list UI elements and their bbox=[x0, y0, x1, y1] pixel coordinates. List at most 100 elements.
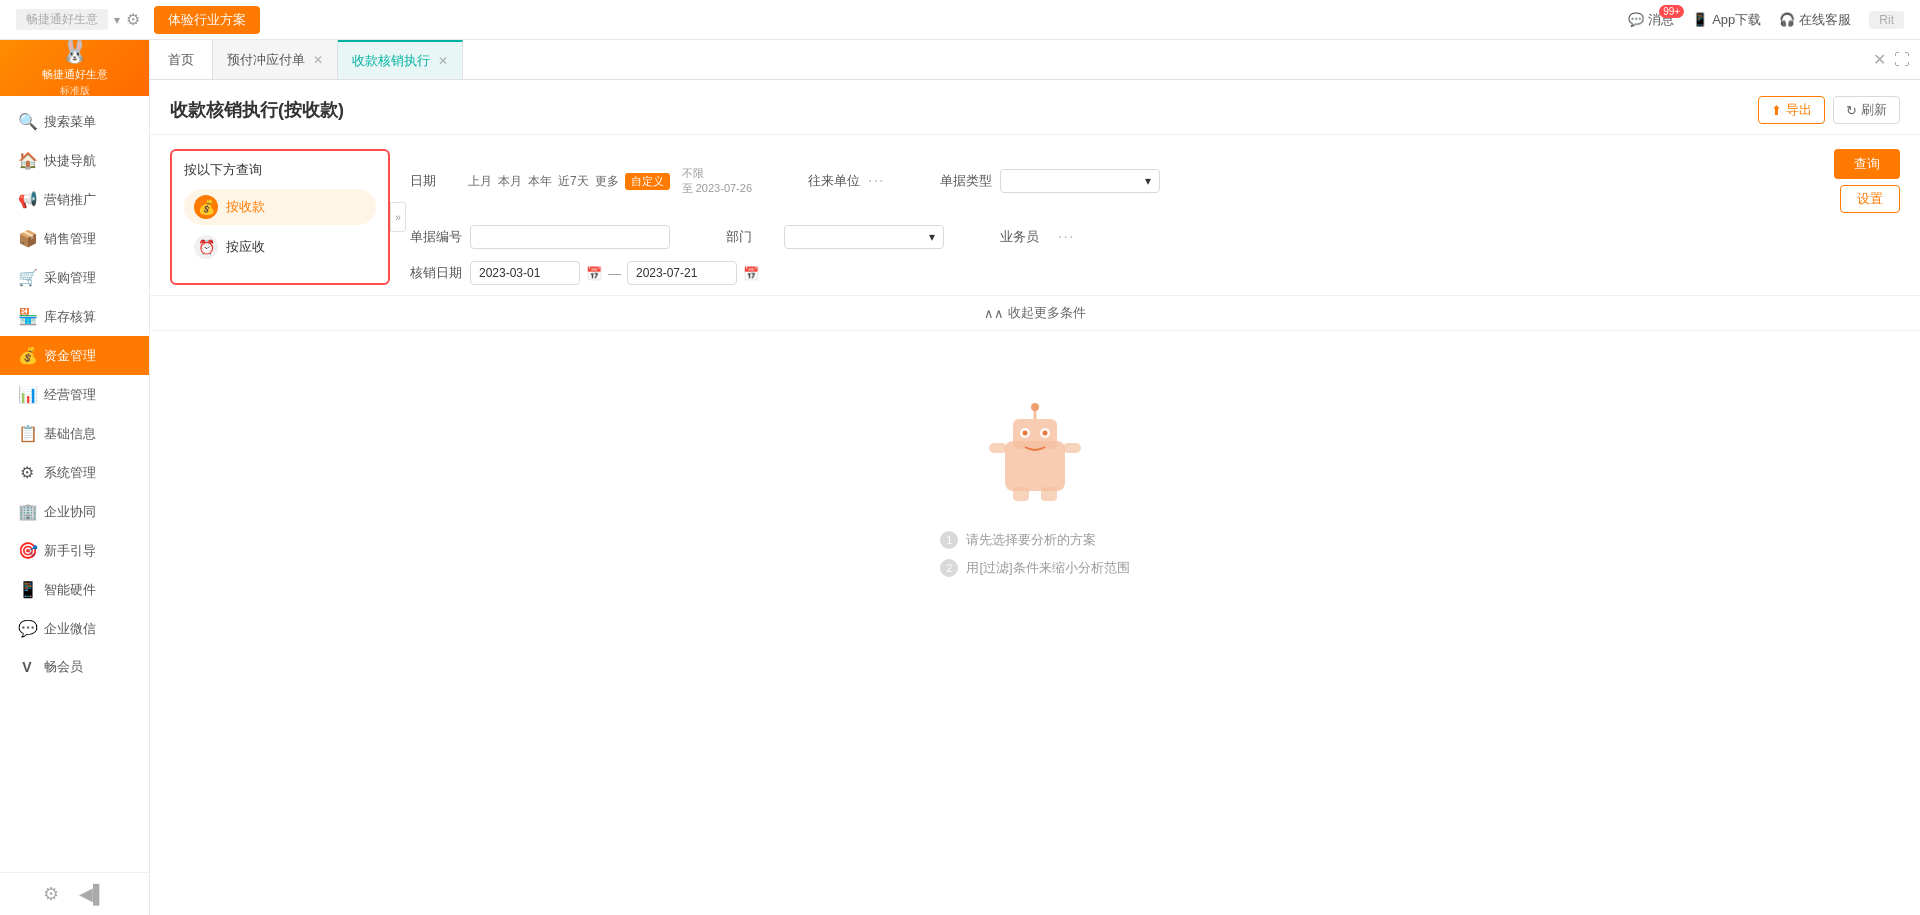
sidebar-item-search[interactable]: 🔍 搜索菜单 bbox=[0, 102, 149, 141]
sidebar-item-label: 系统管理 bbox=[44, 464, 96, 482]
svg-point-7 bbox=[1031, 403, 1039, 411]
verify-date-end-calendar-icon[interactable]: 📅 bbox=[743, 266, 759, 281]
brand-rabbit-icon: 🐰 bbox=[61, 40, 88, 65]
tab-prepay-close[interactable]: ✕ bbox=[313, 53, 323, 67]
sidebar-item-label: 营销推广 bbox=[44, 191, 96, 209]
app-icon: 📱 bbox=[1692, 12, 1708, 27]
tab-collect-close[interactable]: ✕ bbox=[438, 54, 448, 68]
date-this-year[interactable]: 本年 bbox=[528, 173, 552, 190]
sidebar-item-basicinfo[interactable]: 📋 基础信息 bbox=[0, 414, 149, 453]
collapse-more-btn[interactable]: ∧∧ 收起更多条件 bbox=[984, 304, 1086, 322]
query-button[interactable]: 查询 bbox=[1834, 149, 1900, 179]
sidebar-item-operation[interactable]: 📊 经营管理 bbox=[0, 375, 149, 414]
brand-version: 标准版 bbox=[60, 84, 90, 98]
sidebar-item-system[interactable]: ⚙ 系统管理 bbox=[0, 453, 149, 492]
sidebar-item-hardware[interactable]: 📱 智能硬件 bbox=[0, 570, 149, 609]
date-to: 至 2023-07-26 bbox=[682, 181, 752, 196]
verify-date-end[interactable] bbox=[627, 261, 737, 285]
tab-close-all-icon[interactable]: ✕ bbox=[1873, 50, 1886, 69]
sidebar-item-member[interactable]: V 畅会员 bbox=[0, 648, 149, 686]
query-verifydate-field: 核销日期 📅 — 📅 bbox=[410, 261, 759, 285]
empty-tip-2: 2 用[过滤]条件来缩小分析范围 bbox=[940, 559, 1129, 577]
sidebar-item-quicknav[interactable]: 🏠 快捷导航 bbox=[0, 141, 149, 180]
sidebar-item-inventory[interactable]: 🏪 库存核算 bbox=[0, 297, 149, 336]
receivable-icon: ⏰ bbox=[194, 235, 218, 259]
topbar-app[interactable]: 📱 App下载 bbox=[1692, 11, 1761, 29]
enterprise-icon: 🏢 bbox=[18, 502, 36, 521]
collapse-sidebar-icon[interactable]: ◀▌ bbox=[79, 883, 106, 905]
sidebar-item-purchase[interactable]: 🛒 采购管理 bbox=[0, 258, 149, 297]
filter-option-receipt-label: 按收款 bbox=[226, 198, 265, 216]
topbar-msg[interactable]: 💬 消息 99+ bbox=[1628, 11, 1674, 29]
sidebar-item-label: 资金管理 bbox=[44, 347, 96, 365]
export-button[interactable]: ⬆ 导出 bbox=[1758, 96, 1825, 124]
export-label: 导出 bbox=[1786, 101, 1812, 119]
settings-button[interactable]: 设置 bbox=[1840, 185, 1900, 213]
operation-icon: 📊 bbox=[18, 385, 36, 404]
counterpart-label: 往来单位 bbox=[808, 172, 860, 190]
docno-input[interactable] bbox=[470, 225, 670, 249]
brand-name: 畅捷通好生意 bbox=[42, 67, 108, 82]
tip-num-2: 2 bbox=[940, 559, 958, 577]
dept-select[interactable]: ▾ bbox=[784, 225, 944, 249]
marketing-icon: 📢 bbox=[18, 190, 36, 209]
home-icon: 🏠 bbox=[18, 151, 36, 170]
tab-content-wrapper: 收款核销执行(按收款) ⬆ 导出 ↻ 刷新 bbox=[150, 80, 1920, 915]
tab-collect[interactable]: 收款核销执行 ✕ bbox=[338, 40, 463, 79]
svg-rect-1 bbox=[1013, 419, 1057, 449]
settings-bottom-icon[interactable]: ⚙ bbox=[43, 883, 59, 905]
query-dept-field: 部门 ▾ bbox=[726, 225, 944, 249]
query-counterpart-field: 往来单位 ··· bbox=[808, 172, 884, 190]
date-7days[interactable]: 近7天 bbox=[558, 173, 589, 190]
topbar-arrow-icon[interactable]: ▾ bbox=[114, 13, 120, 27]
sidebar-item-label: 新手引导 bbox=[44, 542, 96, 560]
action-buttons: 查询 设置 bbox=[1834, 149, 1900, 213]
sidebar-item-sales[interactable]: 📦 销售管理 bbox=[0, 219, 149, 258]
staff-dots-btn[interactable]: ··· bbox=[1058, 228, 1074, 246]
doctype-select[interactable]: ▾ bbox=[1000, 169, 1160, 193]
sidebar-item-label: 经营管理 bbox=[44, 386, 96, 404]
counterpart-dots-btn[interactable]: ··· bbox=[868, 172, 884, 190]
tab-prepay[interactable]: 预付冲应付单 ✕ bbox=[213, 40, 338, 79]
filter-option-receipt[interactable]: 💰 按收款 bbox=[184, 189, 376, 225]
topbar-right: 💬 消息 99+ 📱 App下载 🎧 在线客服 Rit bbox=[1628, 11, 1904, 29]
empty-tip-1: 1 请先选择要分析的方案 bbox=[940, 531, 1129, 549]
tab-bar-actions: ✕ ⛶ bbox=[1873, 50, 1920, 69]
tab-expand-icon[interactable]: ⛶ bbox=[1894, 51, 1910, 69]
date-last-month[interactable]: 上月 bbox=[468, 173, 492, 190]
sidebar-item-marketing[interactable]: 📢 营销推广 bbox=[0, 180, 149, 219]
topbar-service[interactable]: 🎧 在线客服 bbox=[1779, 11, 1851, 29]
sidebar-item-wechat[interactable]: 💬 企业微信 bbox=[0, 609, 149, 648]
industry-btn[interactable]: 体验行业方案 bbox=[154, 6, 260, 34]
filter-option-receivable[interactable]: ⏰ 按应收 bbox=[184, 229, 376, 265]
filter-panel: 按以下方查询 💰 按收款 ⏰ 按应收 » bbox=[150, 135, 1920, 296]
sidebar-item-guide[interactable]: 🎯 新手引导 bbox=[0, 531, 149, 570]
inventory-icon: 🏪 bbox=[18, 307, 36, 326]
date-custom-tag[interactable]: 自定义 bbox=[625, 173, 670, 190]
refresh-icon: ↻ bbox=[1846, 103, 1857, 118]
msg-badge: 99+ bbox=[1659, 5, 1684, 18]
svg-rect-11 bbox=[1041, 487, 1057, 501]
sidebar-item-label: 销售管理 bbox=[44, 230, 96, 248]
empty-robot-svg bbox=[975, 391, 1095, 511]
sidebar-item-finance[interactable]: 💰 资金管理 bbox=[0, 336, 149, 375]
date-more[interactable]: 更多 bbox=[595, 173, 619, 190]
date-this-month[interactable]: 本月 bbox=[498, 173, 522, 190]
tab-home[interactable]: 首页 bbox=[150, 40, 213, 79]
query-form: 日期 上月 本月 本年 近7天 更多 自定义 bbox=[410, 149, 1900, 285]
verify-date-start-calendar-icon[interactable]: 📅 bbox=[586, 266, 602, 281]
refresh-button[interactable]: ↻ 刷新 bbox=[1833, 96, 1900, 124]
verify-date-range: 📅 — 📅 bbox=[470, 261, 759, 285]
receipt-icon: 💰 bbox=[194, 195, 218, 219]
filter-collapse-btn[interactable]: » bbox=[390, 202, 406, 232]
topbar-gear-icon[interactable]: ⚙ bbox=[126, 10, 140, 29]
tip-text-2: 用[过滤]条件来缩小分析范围 bbox=[966, 559, 1129, 577]
sidebar-item-enterprise[interactable]: 🏢 企业协同 bbox=[0, 492, 149, 531]
topbar: 畅捷通好生意 ▾ ⚙ 体验行业方案 💬 消息 99+ 📱 App下载 🎧 在线客… bbox=[0, 0, 1920, 40]
sidebar-item-label: 畅会员 bbox=[44, 658, 83, 676]
filter-option-receivable-label: 按应收 bbox=[226, 238, 265, 256]
verify-date-start[interactable] bbox=[470, 261, 580, 285]
sidebar-bottom: ⚙ ◀▌ bbox=[0, 872, 149, 915]
query-row-1: 日期 上月 本月 本年 近7天 更多 自定义 bbox=[410, 149, 1900, 213]
app-label: App下载 bbox=[1712, 11, 1761, 29]
